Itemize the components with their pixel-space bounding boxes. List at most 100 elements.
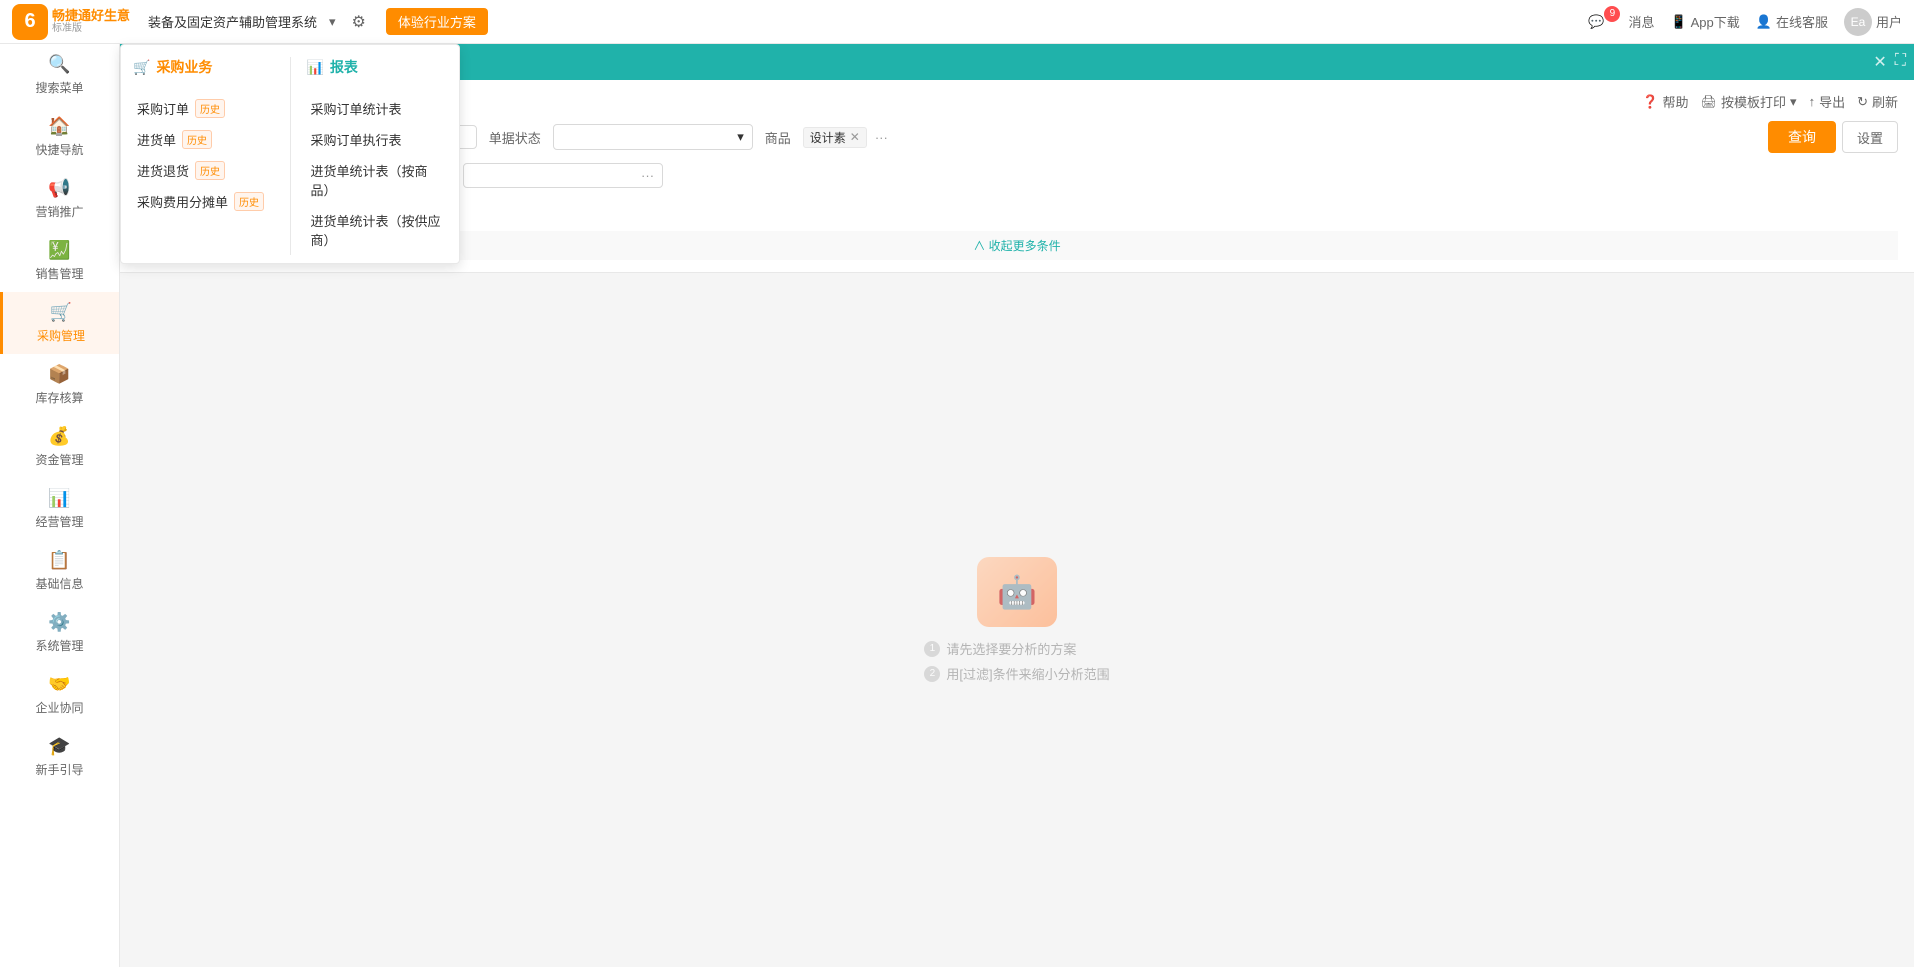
industry-button[interactable]: 体验行业方案 — [386, 8, 488, 35]
message-badge: 9 — [1604, 6, 1620, 22]
sidebar-item-inventory[interactable]: 📦 库存核算 — [0, 354, 119, 416]
print-icon: 🖨 — [1701, 94, 1718, 110]
sidebar-item-label: 库存核算 — [35, 389, 83, 406]
system-dropdown-arrow[interactable]: ▾ — [329, 14, 336, 30]
collapse-label: 收起更多条件 — [989, 239, 1061, 253]
content-area: 🤖 1 请先选择要分析的方案 2 用[过滤]条件来缩小分析范围 — [120, 273, 1914, 967]
empty-illustration: 🤖 — [977, 557, 1057, 627]
phone-icon: 📱 — [1670, 14, 1686, 30]
dropdown-purchase-title: 🛒 采购业务 — [133, 57, 274, 83]
online-service-item[interactable]: 👤 在线客服 — [1756, 12, 1828, 31]
sidebar-item-quick[interactable]: 🏠 快捷导航 — [0, 106, 119, 168]
avatar: Ea — [1844, 8, 1872, 36]
gear-icon[interactable]: ⚙ — [352, 12, 366, 32]
print-button[interactable]: 🖨 按模板打印 ▾ — [1701, 92, 1797, 111]
dropdown-item-inbound-stat-supplier[interactable]: 进货单统计表（按供应商） — [307, 205, 448, 255]
dropdown-menu: 🛒 采购业务 采购订单 历史 进货单 历史 进货退货 历史 采购费用分摊单 历史 — [120, 44, 460, 264]
empty-state: 🤖 1 请先选择要分析的方案 2 用[过滤]条件来缩小分析范围 — [924, 557, 1109, 683]
sidebar-item-purchase[interactable]: 🛒 采购管理 — [0, 292, 119, 354]
empty-hint-1: 1 请先选择要分析的方案 — [924, 639, 1109, 658]
sidebar-item-finance[interactable]: 💰 资金管理 — [0, 416, 119, 478]
goods-tag-text: 设计素 — [810, 129, 846, 146]
salesman-dots: ··· — [641, 168, 654, 183]
help-button[interactable]: ❓ 帮助 — [1642, 92, 1688, 111]
tab-close-all-icon[interactable]: ✕ — [1873, 52, 1886, 72]
purchase-menu-icon: 🛒 — [133, 59, 150, 76]
marketing-icon: 📢 — [48, 178, 70, 199]
goods-tag: 设计素 ✕ — [803, 127, 867, 148]
tab-bar-right: ✕ ⛶ — [1873, 52, 1906, 72]
sidebar-item-cooperation[interactable]: 🤝 企业协同 — [0, 664, 119, 726]
goods-more-icon[interactable]: ··· — [875, 130, 888, 145]
sidebar-item-label: 新手引导 — [35, 761, 83, 778]
export-label: 导出 — [1819, 92, 1845, 111]
top-bar-right: 💬 9 消息 📱 App下载 👤 在线客服 Ea 用户 — [1588, 8, 1902, 36]
sidebar-item-search[interactable]: 🔍 搜索菜单 — [0, 44, 119, 106]
message-item[interactable]: 💬 9 消息 — [1588, 12, 1654, 31]
purchase-icon: 🛒 — [50, 302, 72, 323]
sidebar-item-label: 系统管理 — [35, 637, 83, 654]
goods-label: 商品 — [765, 128, 791, 147]
refresh-icon: ↻ — [1857, 94, 1868, 110]
app-download-item[interactable]: 📱 App下载 — [1670, 12, 1739, 31]
user-item[interactable]: Ea 用户 — [1844, 8, 1902, 36]
setting-button[interactable]: 设置 — [1842, 121, 1898, 153]
collapse-icon: ∧ — [973, 239, 985, 253]
logo-text: 畅捷通好生意 标准版 — [52, 8, 130, 36]
reports-menu-icon: 📊 — [307, 59, 324, 76]
basic-icon: 📋 — [48, 550, 70, 571]
hist-badge: 历史 — [195, 161, 225, 180]
cooperation-icon: 🤝 — [48, 674, 70, 695]
sidebar-item-system[interactable]: ⚙️ 系统管理 — [0, 602, 119, 664]
sidebar-item-guide[interactable]: 🎓 新手引导 — [0, 726, 119, 788]
dropdown-item-purchase-order[interactable]: 采购订单 历史 — [133, 93, 274, 124]
action-buttons: 查询 设置 — [1768, 121, 1898, 153]
dropdown-item-return[interactable]: 进货退货 历史 — [133, 155, 274, 186]
help-icon: ❓ — [1642, 94, 1658, 110]
sidebar-item-label: 资金管理 — [35, 451, 83, 468]
sidebar-item-label: 营销推广 — [35, 203, 83, 220]
dropdown-reports-col: 📊 报表 采购订单统计表 采购订单执行表 进货单统计表（按商品） 进货单统计表（… — [295, 57, 460, 255]
dropdown-item-inbound[interactable]: 进货单 历史 — [133, 124, 274, 155]
status-select[interactable]: ▾ — [553, 124, 753, 150]
sidebar-item-basic[interactable]: 📋 基础信息 — [0, 540, 119, 602]
dropdown-purchase-col: 🛒 采购业务 采购订单 历史 进货单 历史 进货退货 历史 采购费用分摊单 历史 — [121, 57, 286, 255]
dropdown-overlay: 🛒 采购业务 采购订单 历史 进货单 历史 进货退货 历史 采购费用分摊单 历史 — [120, 44, 460, 264]
export-button[interactable]: ↑ 导出 — [1809, 92, 1846, 111]
logo-area: 6 畅捷通好生意 标准版 — [12, 4, 132, 40]
home-icon: 🏠 — [48, 116, 70, 137]
sidebar-item-operation[interactable]: 📊 经营管理 — [0, 478, 119, 540]
status-select-arrow: ▾ — [737, 129, 744, 145]
user-label: 用户 — [1876, 12, 1902, 31]
salesman-select[interactable]: ··· — [463, 163, 663, 188]
sidebar-item-label: 企业协同 — [35, 699, 83, 716]
status-label: 单据状态 — [489, 128, 541, 147]
dropdown-item-purchase-order-stat[interactable]: 采购订单统计表 — [307, 93, 448, 124]
search-icon: 🔍 — [48, 54, 70, 75]
sidebar-item-sales[interactable]: 💹 销售管理 — [0, 230, 119, 292]
service-icon: 👤 — [1756, 14, 1772, 30]
sidebar-item-label: 快捷导航 — [35, 141, 83, 158]
circle-1: 1 — [924, 641, 940, 657]
search-button[interactable]: 查询 — [1768, 121, 1836, 153]
system-title: 装备及固定资产辅助管理系统 — [148, 12, 317, 31]
dropdown-item-inbound-stat-goods[interactable]: 进货单统计表（按商品） — [307, 155, 448, 205]
refresh-button[interactable]: ↻ 刷新 — [1857, 92, 1898, 111]
inventory-icon: 📦 — [48, 364, 70, 385]
service-label: 在线客服 — [1776, 12, 1828, 31]
dropdown-item-purchase-order-exec[interactable]: 采购订单执行表 — [307, 124, 448, 155]
system-icon: ⚙️ — [48, 612, 70, 633]
tab-expand-icon[interactable]: ⛶ — [1895, 52, 1906, 72]
operation-icon: 📊 — [48, 488, 70, 509]
goods-tag-close-icon[interactable]: ✕ — [850, 130, 860, 144]
sidebar-item-label: 采购管理 — [37, 327, 85, 344]
sales-icon: 💹 — [48, 240, 70, 261]
sidebar-item-label: 基础信息 — [35, 575, 83, 592]
dropdown-item-expense[interactable]: 采购费用分摊单 历史 — [133, 186, 274, 217]
print-label: 按模板打印 — [1721, 92, 1786, 111]
sidebar-item-marketing[interactable]: 📢 营销推广 — [0, 168, 119, 230]
empty-hint-2: 2 用[过滤]条件来缩小分析范围 — [924, 664, 1109, 683]
logo-main: 畅捷通好生意 — [52, 8, 130, 24]
finance-icon: 💰 — [48, 426, 70, 447]
sidebar-item-label: 销售管理 — [35, 265, 83, 282]
